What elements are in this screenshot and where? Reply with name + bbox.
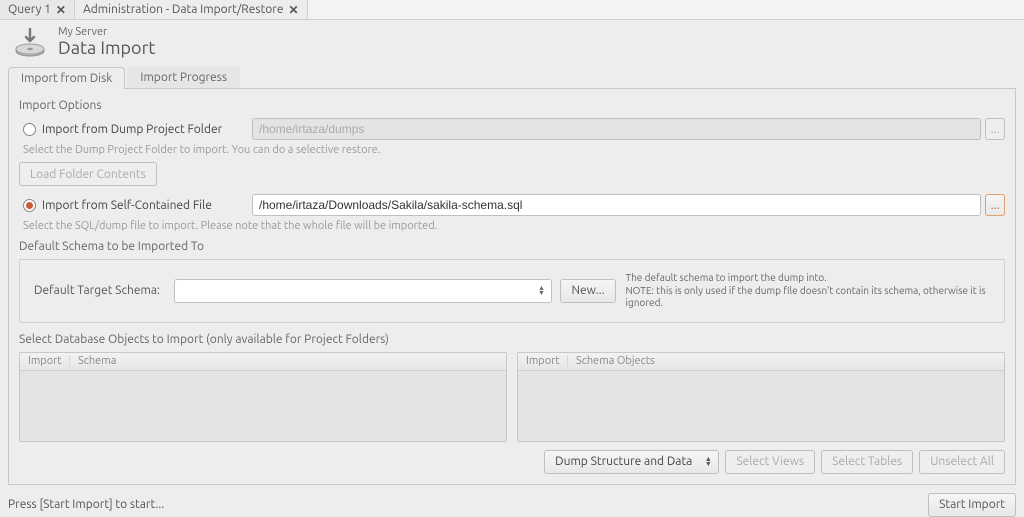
footer-msg: Press [Start Import] to start... xyxy=(8,498,164,511)
dump-mode-select[interactable]: Dump Structure and Data ▲▼ xyxy=(544,450,719,474)
page-header: My Server Data Import xyxy=(0,20,1024,66)
schema-note: The default schema to import the dump in… xyxy=(626,272,994,310)
unselect-all-button[interactable]: Unselect All xyxy=(919,450,1005,474)
import-icon xyxy=(12,27,48,57)
default-schema-group: Default Schema to be Imported To xyxy=(19,240,1005,253)
col-import: Import xyxy=(20,355,70,367)
dump-folder-hint: Select the Dump Project Folder to import… xyxy=(23,144,1005,156)
new-schema-button[interactable]: New... xyxy=(560,279,615,303)
load-folder-button[interactable]: Load Folder Contents xyxy=(19,162,157,186)
dump-folder-row: Import from Dump Project Folder ... xyxy=(19,118,1005,140)
default-schema-panel: Default Target Schema: ▲▼ New... The def… xyxy=(19,259,1005,323)
self-file-row: Import from Self-Contained File ... xyxy=(19,194,1005,216)
tab-label: Query 1 xyxy=(8,3,51,16)
tab-label: Administration - Data Import/Restore xyxy=(83,3,284,16)
tab-admin-import[interactable]: Administration - Data Import/Restore ✕ xyxy=(75,0,308,19)
self-file-path-input[interactable] xyxy=(252,194,981,216)
objects-lists: Import Schema Import Schema Objects xyxy=(19,352,1005,442)
page-title: Data Import xyxy=(58,38,155,58)
radio-dump-folder[interactable] xyxy=(23,123,36,136)
default-schema-select[interactable]: ▲▼ xyxy=(174,279,552,303)
col-import: Import xyxy=(518,355,568,367)
select-tables-button[interactable]: Select Tables xyxy=(821,450,913,474)
chevron-updown-icon: ▲▼ xyxy=(535,286,547,296)
default-schema-label: Default Target Schema: xyxy=(34,284,174,297)
chevron-updown-icon: ▲▼ xyxy=(702,457,714,467)
close-icon[interactable]: ✕ xyxy=(56,3,66,17)
browse-dump-folder-button[interactable]: ... xyxy=(985,118,1005,140)
col-schema-objects: Schema Objects xyxy=(568,355,1004,367)
tab-import-from-disk[interactable]: Import from Disk xyxy=(8,67,125,89)
footer: Press [Start Import] to start... Start I… xyxy=(8,493,1016,517)
content-panel: Import Options Import from Dump Project … xyxy=(8,89,1016,485)
radio-self-file[interactable] xyxy=(23,199,36,212)
objects-bottom-bar: Dump Structure and Data ▲▼ Select Views … xyxy=(19,450,1005,474)
tab-query[interactable]: Query 1 ✕ xyxy=(0,0,75,19)
select-views-button[interactable]: Select Views xyxy=(725,450,815,474)
dump-mode-value: Dump Structure and Data xyxy=(555,455,692,468)
self-file-hint: Select the SQL/dump file to import. Plea… xyxy=(23,220,1005,232)
import-options-label: Import Options xyxy=(19,99,1005,112)
browse-self-file-button[interactable]: ... xyxy=(985,194,1005,216)
objects-group-label: Select Database Objects to Import (only … xyxy=(19,333,1005,346)
tab-strip: Query 1 ✕ Administration - Data Import/R… xyxy=(0,0,1024,20)
self-file-label: Import from Self-Contained File xyxy=(42,199,252,212)
tab-import-progress[interactable]: Import Progress xyxy=(127,66,240,88)
server-name: My Server xyxy=(58,26,155,38)
start-import-button[interactable]: Start Import xyxy=(928,493,1016,517)
dump-folder-path-input xyxy=(252,118,981,140)
schema-list[interactable]: Import Schema xyxy=(19,352,507,442)
dump-folder-label: Import from Dump Project Folder xyxy=(42,123,252,136)
inner-tabs: Import from Disk Import Progress xyxy=(8,66,1016,89)
col-schema: Schema xyxy=(70,355,506,367)
close-icon[interactable]: ✕ xyxy=(288,3,298,17)
schema-objects-list[interactable]: Import Schema Objects xyxy=(517,352,1005,442)
